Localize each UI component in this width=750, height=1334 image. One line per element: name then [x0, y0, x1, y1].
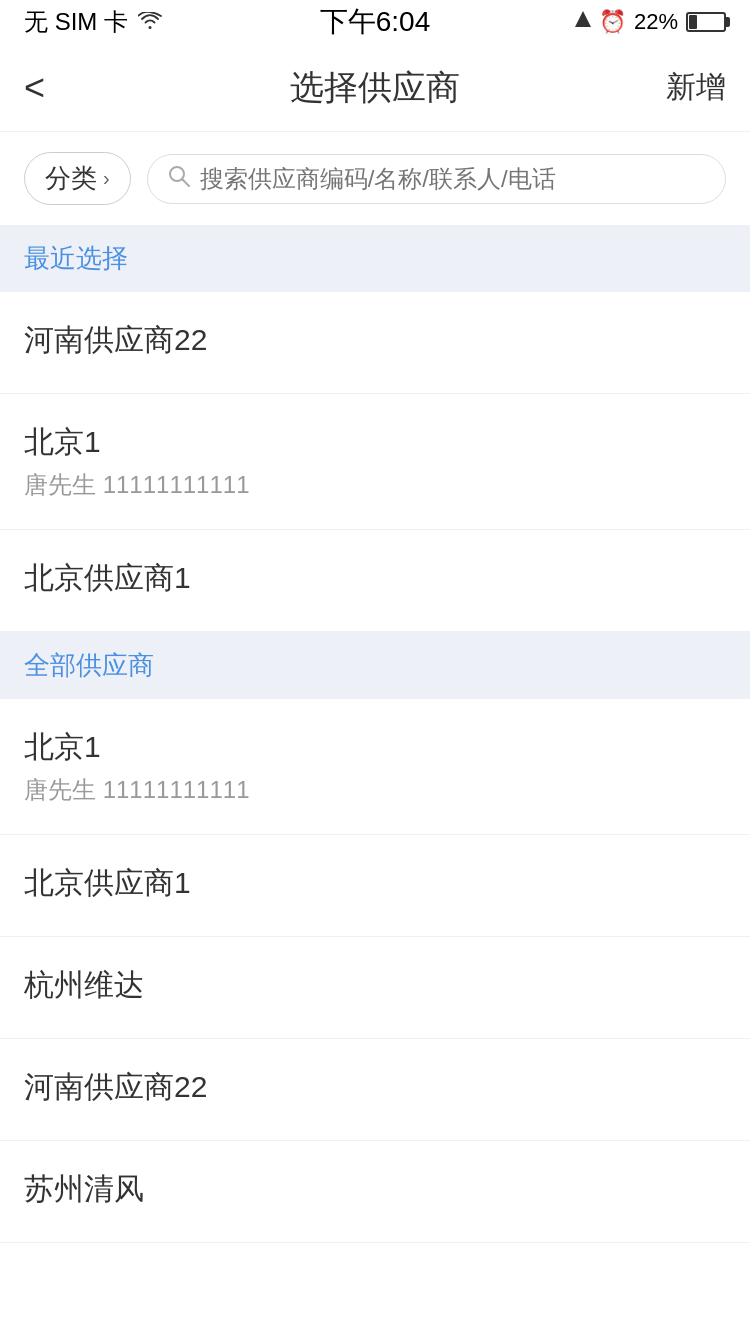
item-name: 苏州清风	[24, 1169, 726, 1210]
item-name: 北京供应商1	[24, 863, 726, 904]
filter-bar: 分类 ›	[0, 132, 750, 225]
status-right: ⏰ 22%	[575, 9, 726, 35]
list-item[interactable]: 河南供应商22	[0, 1039, 750, 1141]
back-button[interactable]: <	[24, 67, 84, 109]
recent-list: 河南供应商22 北京1 唐先生 11111111111 北京供应商1	[0, 292, 750, 632]
item-name: 北京1	[24, 727, 726, 768]
all-list: 北京1 唐先生 11111111111 北京供应商1 杭州维达 河南供应商22 …	[0, 699, 750, 1243]
page-title: 选择供应商	[290, 65, 460, 111]
list-item[interactable]: 北京供应商1	[0, 530, 750, 632]
battery-icon	[686, 12, 726, 32]
battery-percent: 22%	[634, 9, 678, 35]
list-item[interactable]: 北京1 唐先生 11111111111	[0, 394, 750, 530]
item-name: 河南供应商22	[24, 1067, 726, 1108]
item-name: 河南供应商22	[24, 320, 726, 361]
location-icon	[575, 9, 591, 35]
list-item[interactable]: 河南供应商22	[0, 292, 750, 394]
search-box[interactable]	[147, 154, 726, 204]
item-detail: 唐先生 11111111111	[24, 774, 726, 806]
category-button[interactable]: 分类 ›	[24, 152, 131, 205]
search-icon	[168, 165, 190, 193]
recent-section-header: 最近选择	[0, 225, 750, 292]
status-bar: 无 SIM 卡 下午6:04 ⏰ 22%	[0, 0, 750, 44]
add-button[interactable]: 新增	[666, 67, 726, 108]
item-detail: 唐先生 11111111111	[24, 469, 726, 501]
item-name: 北京1	[24, 422, 726, 463]
category-label: 分类	[45, 161, 97, 196]
status-time: 下午6:04	[320, 3, 431, 41]
item-name: 杭州维达	[24, 965, 726, 1006]
list-item[interactable]: 杭州维达	[0, 937, 750, 1039]
no-sim-text: 无 SIM 卡	[24, 6, 128, 38]
chevron-right-icon: ›	[103, 167, 110, 190]
svg-line-1	[182, 179, 189, 186]
wifi-icon	[138, 8, 162, 36]
nav-bar: < 选择供应商 新增	[0, 44, 750, 132]
all-section-header: 全部供应商	[0, 632, 750, 699]
alarm-icon: ⏰	[599, 9, 626, 35]
item-name: 北京供应商1	[24, 558, 726, 599]
search-input[interactable]	[200, 165, 705, 193]
list-item[interactable]: 苏州清风	[0, 1141, 750, 1243]
list-item[interactable]: 北京供应商1	[0, 835, 750, 937]
list-item[interactable]: 北京1 唐先生 11111111111	[0, 699, 750, 835]
status-left: 无 SIM 卡	[24, 6, 162, 38]
